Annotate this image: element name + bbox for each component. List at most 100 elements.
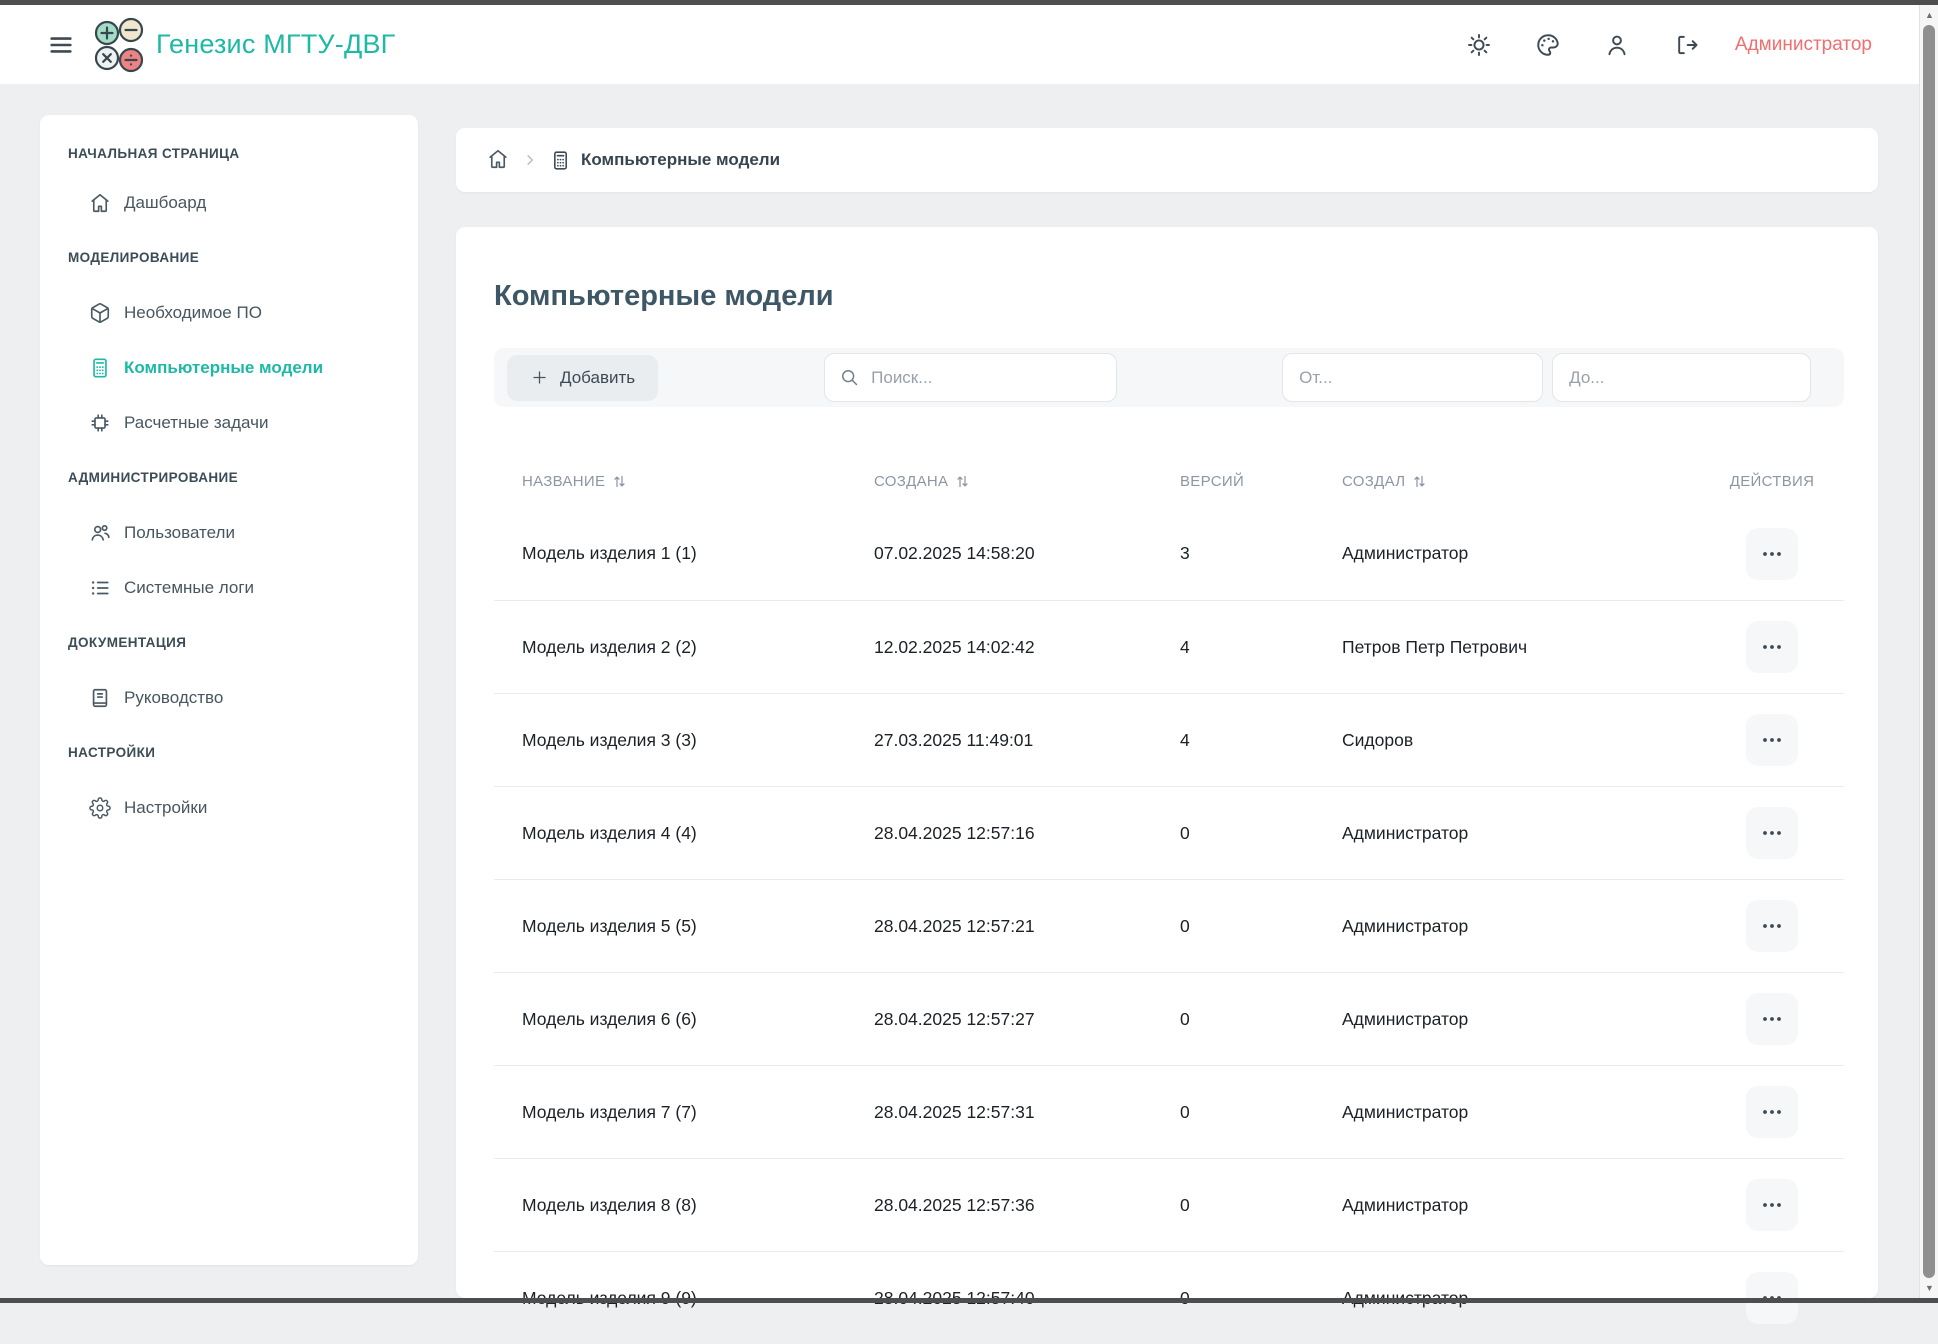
cell-created: 28.04.2025 12:57:27 bbox=[874, 1008, 1035, 1029]
cell-versions: 0 bbox=[1180, 1008, 1190, 1029]
ellipsis-icon bbox=[1763, 645, 1781, 649]
gear-icon bbox=[88, 796, 111, 819]
row-actions-button[interactable] bbox=[1746, 1086, 1798, 1138]
column-header-created[interactable]: СОЗДАНА bbox=[874, 473, 1180, 490]
cell-versions: 4 bbox=[1180, 636, 1190, 657]
sidebar-section-administration: АДМИНИСТРИРОВАНИЕ bbox=[68, 470, 239, 485]
breadcrumb-current-page: Компьютерные модели bbox=[581, 150, 781, 169]
cell-creator: Администратор bbox=[1342, 1008, 1469, 1029]
sidebar-item-label: Дашбоард bbox=[124, 192, 207, 212]
sidebar-item-users[interactable]: Пользователи bbox=[40, 505, 418, 560]
sidebar-item-label: Системные логи bbox=[124, 577, 255, 597]
sort-icon bbox=[1414, 475, 1425, 487]
cell-creator: Администратор bbox=[1342, 915, 1469, 936]
table-row: Модель изделия 2 (2) 12.02.2025 14:02:42… bbox=[494, 600, 1844, 693]
breadcrumb: Компьютерные модели bbox=[456, 128, 1878, 192]
sidebar-section-modeling: МОДЕЛИРОВАНИЕ bbox=[68, 250, 200, 265]
page-title: Компьютерные модели bbox=[494, 280, 834, 312]
sidebar-item-label: Пользователи bbox=[124, 522, 235, 542]
ellipsis-icon bbox=[1763, 738, 1781, 742]
box-icon bbox=[88, 301, 111, 324]
table-row: Модель изделия 6 (6) 28.04.2025 12:57:27… bbox=[494, 972, 1844, 1065]
top-bar-actions: Администратор bbox=[1465, 31, 1872, 59]
scrollbar-up-arrow[interactable]: ▲ bbox=[1920, 7, 1938, 23]
ellipsis-icon bbox=[1763, 1017, 1781, 1021]
sidebar-item-label: Расчетные задачи bbox=[124, 412, 269, 432]
cell-created: 27.03.2025 11:49:01 bbox=[874, 729, 1034, 750]
cell-created: 07.02.2025 14:58:20 bbox=[874, 543, 1035, 563]
app-window: Генезис МГТУ-ДВГ Администратор НАЧАЛЬНАЯ… bbox=[0, 5, 1919, 1324]
search-input[interactable] bbox=[824, 353, 1118, 402]
calculator-icon bbox=[88, 356, 111, 379]
user-icon[interactable] bbox=[1603, 31, 1631, 59]
users-icon bbox=[88, 521, 111, 544]
column-header-creator[interactable]: СОЗДАЛ bbox=[1342, 473, 1700, 490]
row-actions-button[interactable] bbox=[1746, 807, 1798, 859]
logout-icon[interactable] bbox=[1672, 31, 1700, 59]
chevron-right-icon bbox=[527, 155, 533, 165]
cell-name: Модель изделия 2 (2) bbox=[522, 636, 697, 657]
cell-name: Модель изделия 8 (8) bbox=[522, 1194, 697, 1215]
cell-name: Модель изделия 3 (3) bbox=[522, 729, 697, 750]
row-actions-button[interactable] bbox=[1746, 527, 1798, 580]
sidebar-item-manual[interactable]: Руководство bbox=[40, 670, 418, 725]
sort-icon bbox=[957, 475, 968, 487]
cell-created: 28.04.2025 12:57:36 bbox=[874, 1194, 1035, 1215]
home-icon bbox=[88, 191, 111, 214]
ellipsis-icon bbox=[1763, 924, 1781, 928]
date-from-input[interactable] bbox=[1282, 353, 1544, 402]
models-table: НАЗВАНИЕ СОЗДАНА ВЕРСИЙ СОЗДАЛ ДЕЙСТВИЯ bbox=[494, 455, 1844, 1344]
cell-creator: Администратор bbox=[1342, 1101, 1469, 1122]
cell-versions: 3 bbox=[1180, 543, 1190, 563]
sidebar-item-computer-models[interactable]: Компьютерные модели bbox=[40, 340, 418, 395]
row-actions-button[interactable] bbox=[1746, 621, 1798, 673]
sidebar-item-dashboard[interactable]: Дашбоард bbox=[40, 175, 418, 230]
sidebar-item-system-logs[interactable]: Системные логи bbox=[40, 560, 418, 615]
scrollbar-thumb[interactable] bbox=[1923, 25, 1935, 1278]
main-panel: Компьютерные модели Добавить НАЗВАНИЕ СО… bbox=[456, 227, 1878, 1324]
row-actions-button[interactable] bbox=[1746, 1179, 1798, 1231]
palette-icon[interactable] bbox=[1534, 31, 1562, 59]
table-header-row: НАЗВАНИЕ СОЗДАНА ВЕРСИЙ СОЗДАЛ ДЕЙСТВИЯ bbox=[494, 455, 1844, 507]
cell-creator: Сидоров bbox=[1342, 729, 1414, 750]
sidebar-item-label: Необходимое ПО bbox=[124, 302, 262, 322]
add-button[interactable]: Добавить bbox=[507, 354, 659, 401]
sidebar-item-label: Настройки bbox=[124, 797, 208, 817]
cell-versions: 0 bbox=[1180, 822, 1190, 843]
sidebar-item-settings[interactable]: Настройки bbox=[40, 780, 418, 835]
ellipsis-icon bbox=[1763, 1203, 1781, 1207]
current-user-role[interactable]: Администратор bbox=[1735, 34, 1872, 56]
app-logo-icon bbox=[94, 17, 144, 72]
cell-created: 28.04.2025 12:57:16 bbox=[874, 822, 1035, 843]
ellipsis-icon bbox=[1763, 1110, 1781, 1114]
cell-name: Модель изделия 1 (1) bbox=[522, 543, 697, 563]
cpu-icon bbox=[88, 411, 111, 434]
window-bottom-edge bbox=[0, 1298, 1938, 1303]
row-actions-button[interactable] bbox=[1746, 714, 1798, 766]
cell-created: 12.02.2025 14:02:42 bbox=[874, 636, 1035, 657]
menu-hamburger-icon[interactable] bbox=[44, 28, 78, 62]
book-icon bbox=[88, 686, 111, 709]
cell-versions: 0 bbox=[1180, 1101, 1190, 1122]
sidebar-item-computation-tasks[interactable]: Расчетные задачи bbox=[40, 395, 418, 450]
column-header-name[interactable]: НАЗВАНИЕ bbox=[494, 473, 874, 490]
column-header-versions: ВЕРСИЙ bbox=[1180, 472, 1245, 490]
plus-icon bbox=[533, 371, 546, 384]
sidebar-item-label: Компьютерные модели bbox=[124, 357, 324, 377]
row-actions-button[interactable] bbox=[1746, 900, 1798, 952]
cell-created: 28.04.2025 12:57:21 bbox=[874, 915, 1035, 936]
sidebar: НАЧАЛЬНАЯ СТРАНИЦА Дашбоард МОДЕЛИРОВАНИ… bbox=[40, 115, 418, 1265]
table-row: Модель изделия 7 (7) 28.04.2025 12:57:31… bbox=[494, 1065, 1844, 1158]
date-to-input[interactable] bbox=[1552, 353, 1812, 402]
table-row: Модель изделия 1 (1) 07.02.2025 14:58:20… bbox=[494, 507, 1844, 600]
sidebar-item-label: Руководство bbox=[124, 687, 224, 707]
page-scrollbar[interactable]: ▲ ▼ bbox=[1919, 5, 1938, 1298]
add-button-label: Добавить bbox=[560, 367, 636, 387]
scrollbar-down-arrow[interactable]: ▼ bbox=[1920, 1280, 1938, 1296]
breadcrumb-home-icon[interactable] bbox=[486, 148, 510, 172]
cell-name: Модель изделия 5 (5) bbox=[522, 915, 697, 936]
theme-sun-icon[interactable] bbox=[1465, 31, 1493, 59]
sidebar-item-required-software[interactable]: Необходимое ПО bbox=[40, 285, 418, 340]
ellipsis-icon bbox=[1763, 551, 1781, 556]
row-actions-button[interactable] bbox=[1746, 993, 1798, 1045]
